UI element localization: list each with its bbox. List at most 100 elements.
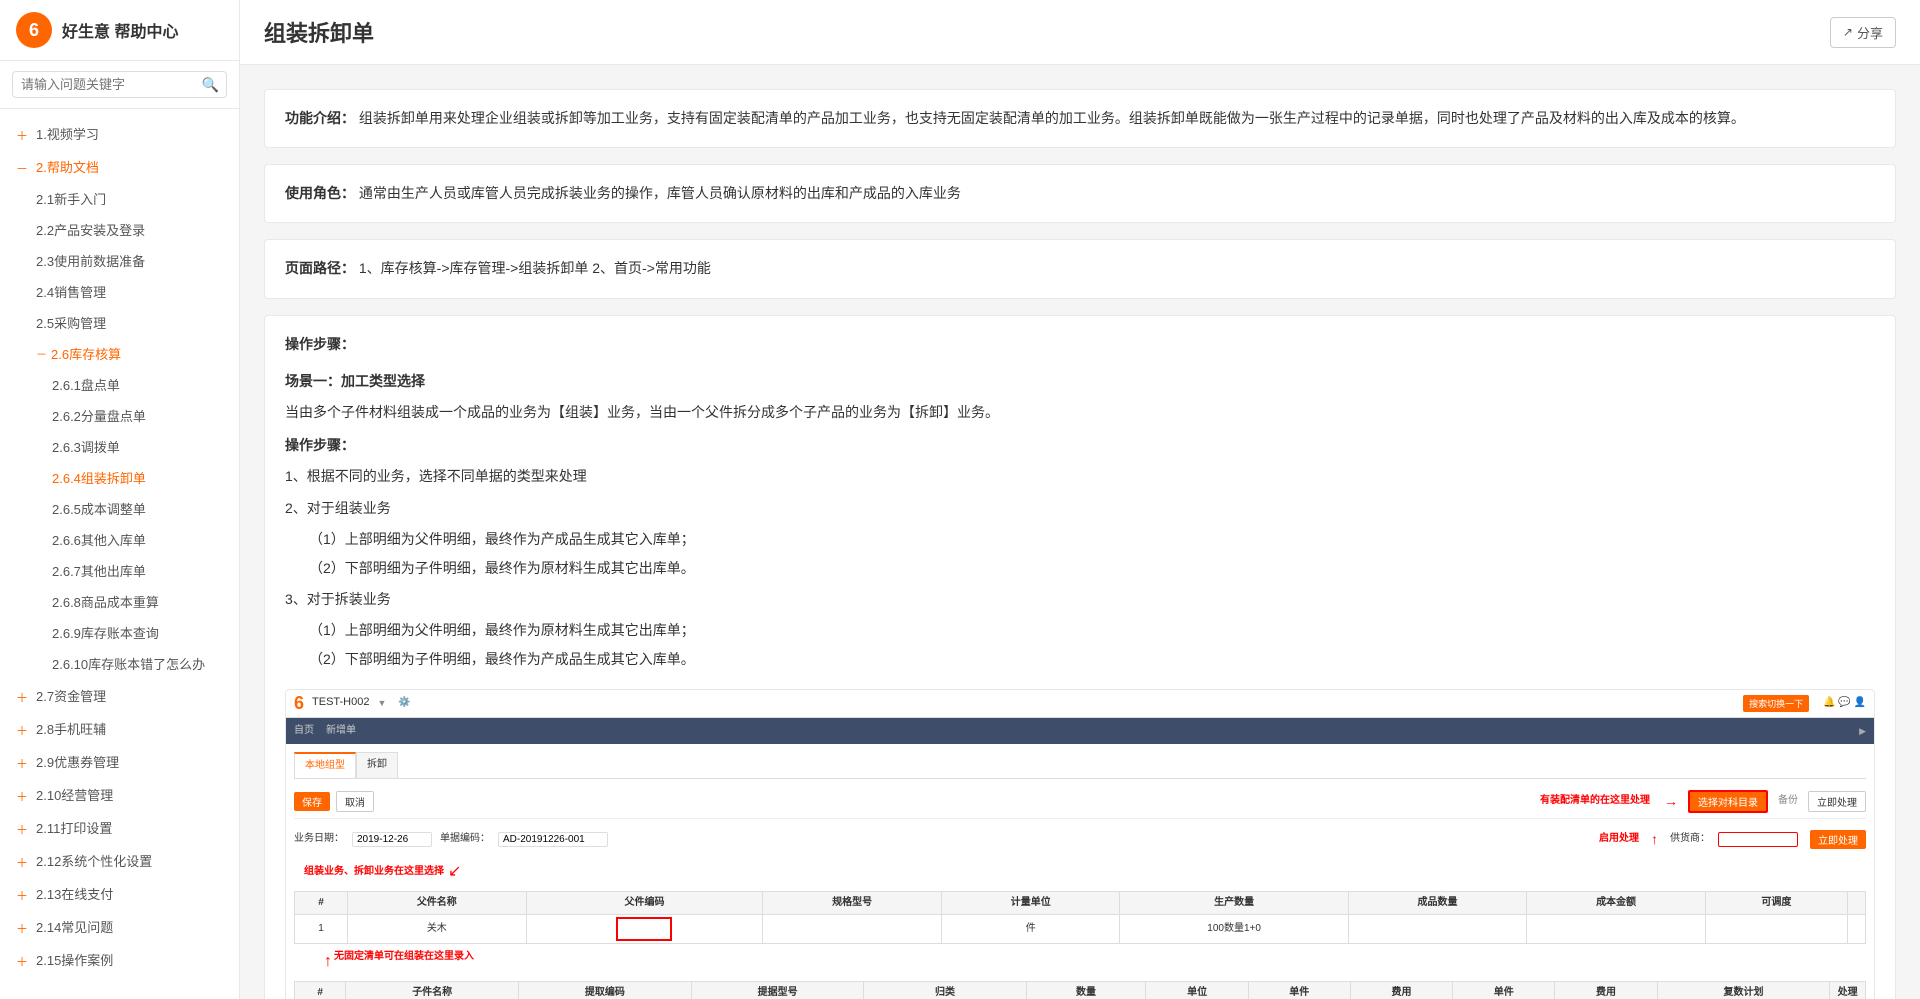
step2-2: （2）下部明细为子件明细，最终作为原材料生成其它出库单。 [309, 556, 1875, 581]
sim-parent-table: # 父件名称 父件编码 规格型号 计量单位 生产数量 成品数量 成本金额 可调度 [294, 891, 1866, 944]
th-num: # [295, 891, 348, 914]
th-s-name: 子件名称 [346, 981, 519, 999]
th-op [1848, 891, 1866, 914]
sim-label-supplier: 供货商： [1670, 830, 1710, 848]
arrow1: → [1664, 789, 1678, 814]
sim-action-btn[interactable]: 立即处理 [1808, 791, 1866, 812]
sim-tabs: 本地组型 拆卸 [294, 752, 1866, 779]
sim-tab-detail[interactable]: 拆卸 [356, 752, 398, 778]
annotation-bom: 有装配清单的在这里处理 [1540, 792, 1650, 810]
sim-nav-new[interactable]: 新增单 [326, 722, 356, 740]
plus-icon: ＋ [16, 887, 30, 901]
th-avail: 可调度 [1705, 891, 1847, 914]
sidebar-item-transfer[interactable]: 2.6.3调拨单 [0, 431, 239, 462]
sidebar-item-mobile[interactable]: ＋ 2.8手机旺辅 [0, 712, 239, 745]
sim-input-code[interactable] [498, 832, 608, 847]
sidebar-item-cases[interactable]: ＋ 2.15操作案例 [0, 943, 239, 976]
sidebar-item-other-out[interactable]: 2.6.7其他出库单 [0, 555, 239, 586]
sim-label-date: 业务日期： [294, 830, 344, 848]
path-label: 页面路径： [285, 260, 355, 276]
arrow3: ↑ [1651, 827, 1658, 852]
sidebar-item-label: 2.11打印设置 [36, 818, 112, 837]
sim-input-date[interactable] [352, 832, 432, 847]
sim-cancel-btn[interactable]: 取消 [336, 791, 374, 812]
sidebar-item-data-prep[interactable]: 2.3使用前数据准备 [0, 245, 239, 276]
step2: 2、对于组装业务 [285, 496, 1875, 521]
feature-intro-card: 功能介绍： 组装拆卸单用来处理企业组装或拆卸等加工业务，支持有固定装配清单的产品… [264, 89, 1896, 148]
sidebar-item-coupon[interactable]: ＋ 2.9优惠券管理 [0, 745, 239, 778]
th-parent-name: 父件名称 [348, 891, 527, 914]
sidebar-item-online-pay[interactable]: ＋ 2.13在线支付 [0, 877, 239, 910]
sidebar-item-sales[interactable]: 2.4销售管理 [0, 276, 239, 307]
step3: 3、对于拆装业务 [285, 587, 1875, 612]
sim-nav-bar: 自页 新增单 ▶ [286, 718, 1874, 744]
sidebar-item-faq[interactable]: ＋ 2.14常见问题 [0, 910, 239, 943]
share-icon: ↗ [1843, 25, 1853, 39]
sidebar-item-beginner[interactable]: 2.1新手入门 [0, 183, 239, 214]
td-parent-name: 关木 [348, 914, 527, 943]
th-s-piece-n: 单件 [1453, 981, 1555, 999]
search-box[interactable]: 🔍 [0, 61, 239, 109]
sidebar-item-inventory[interactable]: － 2.6库存核算 [0, 338, 239, 369]
sidebar-item-ledger-fix[interactable]: 2.6.10库存账本错了怎么办 [0, 648, 239, 679]
sidebar-item-stock-check[interactable]: 2.6.1盘点单 [0, 369, 239, 400]
sidebar-item-cost-adjust[interactable]: 2.6.5成本调整单 [0, 493, 239, 524]
plus-icon: ＋ [16, 821, 30, 835]
sidebar-item-video[interactable]: ＋ 1.视频学习 [0, 117, 239, 150]
td-input[interactable] [619, 922, 669, 935]
sidebar-item-operations[interactable]: ＋ 2.10经营管理 [0, 778, 239, 811]
main-header: 组装拆卸单 ↗ 分享 [240, 0, 1920, 65]
td-num: 1 [295, 914, 348, 943]
sim-input-supplier[interactable] [1718, 832, 1798, 847]
sidebar-item-label: 2.帮助文档 [36, 157, 99, 176]
sidebar-item-label: 2.13在线支付 [36, 884, 113, 903]
sidebar-item-personalize[interactable]: ＋ 2.12系统个性化设置 [0, 844, 239, 877]
sidebar-item-stock-split[interactable]: 2.6.2分量盘点单 [0, 400, 239, 431]
sim-save-btn[interactable]: 保存 [294, 792, 330, 811]
role-card: 使用角色： 通常由生产人员或库管人员完成拆装业务的操作，库管人员确认原材料的出库… [264, 164, 1896, 223]
sim-company: TEST-H002 [312, 693, 369, 713]
plus-icon: ＋ [16, 722, 30, 736]
sim-process-btn[interactable]: 选择对科目录 [1688, 790, 1768, 813]
th-s-unit-k: 单位 [1146, 981, 1248, 999]
feature-intro-text: 组装拆卸单用来处理企业组装或拆卸等加工业务，支持有固定装配清单的产品加工业务，也… [359, 110, 1745, 126]
plus-icon: ＋ [16, 127, 30, 141]
th-finish-qty: 成品数量 [1348, 891, 1527, 914]
sidebar-item-purchase[interactable]: 2.5采购管理 [0, 307, 239, 338]
role-label: 使用角色： [285, 185, 355, 201]
sim-form-row1: 业务日期： 单据编码： 启用处理 ↑ 供货商： 立即处理 [294, 827, 1866, 852]
sim-search-btn[interactable]: 搜索切换一下 [1743, 695, 1809, 712]
share-button[interactable]: ↗ 分享 [1830, 17, 1896, 48]
th-s-handle: 处理 [1830, 981, 1866, 999]
arrow2: ↙ [448, 858, 461, 887]
sim-tab-order[interactable]: 本地组型 [294, 752, 356, 778]
sidebar-item-assemble[interactable]: 2.6.4组装拆卸单 [0, 462, 239, 493]
search-input[interactable] [12, 71, 227, 98]
screenshot-container: 6 TEST-H002 ▼ ⚙️ 搜索切换一下 🔔 💬 👤 自页 新增单 ▶ [285, 689, 1875, 999]
sidebar-item-ledger-query[interactable]: 2.6.9库存账本查询 [0, 617, 239, 648]
steps-sublabel: 操作步骤： [285, 433, 1875, 458]
sim-nav-home[interactable]: 自页 [294, 722, 314, 740]
td-cost [1527, 914, 1706, 943]
th-s-cost-k: 费用 [1350, 981, 1452, 999]
sidebar-item-label: 2.14常见问题 [36, 917, 113, 936]
sidebar-item-print[interactable]: ＋ 2.11打印设置 [0, 811, 239, 844]
sim-label-code: 单据编码： [440, 830, 490, 848]
th-s-num: # [295, 981, 346, 999]
sidebar-item-finance[interactable]: ＋ 2.7资金管理 [0, 679, 239, 712]
sidebar-item-cost-recalc[interactable]: 2.6.8商品成本重算 [0, 586, 239, 617]
th-s-code: 提取编码 [519, 981, 692, 999]
app-title: 好生意 帮助中心 [62, 18, 178, 42]
sim-nav-right: ▶ [1859, 723, 1866, 739]
td-prod-qty: 100数量1+0 [1120, 914, 1348, 943]
sim-content-area: 本地组型 拆卸 保存 取消 有装配清单的在这里处理 → 选择对科目录 [286, 744, 1874, 999]
th-s-plan: 复数计划 [1657, 981, 1830, 999]
sim-choose-btn[interactable]: 立即处理 [1810, 830, 1866, 849]
sidebar-item-label: 2.9优惠券管理 [36, 752, 119, 771]
steps-title: 操作步骤： [285, 332, 1875, 357]
sidebar-item-other-in[interactable]: 2.6.6其他入库单 [0, 524, 239, 555]
role-text: 通常由生产人员或库管人员完成拆装业务的操作，库管人员确认原材料的出库和产成品的入… [359, 185, 961, 201]
sidebar-item-install[interactable]: 2.2产品安装及登录 [0, 214, 239, 245]
sidebar-item-help-docs[interactable]: － 2.帮助文档 [0, 150, 239, 183]
scene1-title: 场景一：加工类型选择 [285, 369, 1875, 394]
